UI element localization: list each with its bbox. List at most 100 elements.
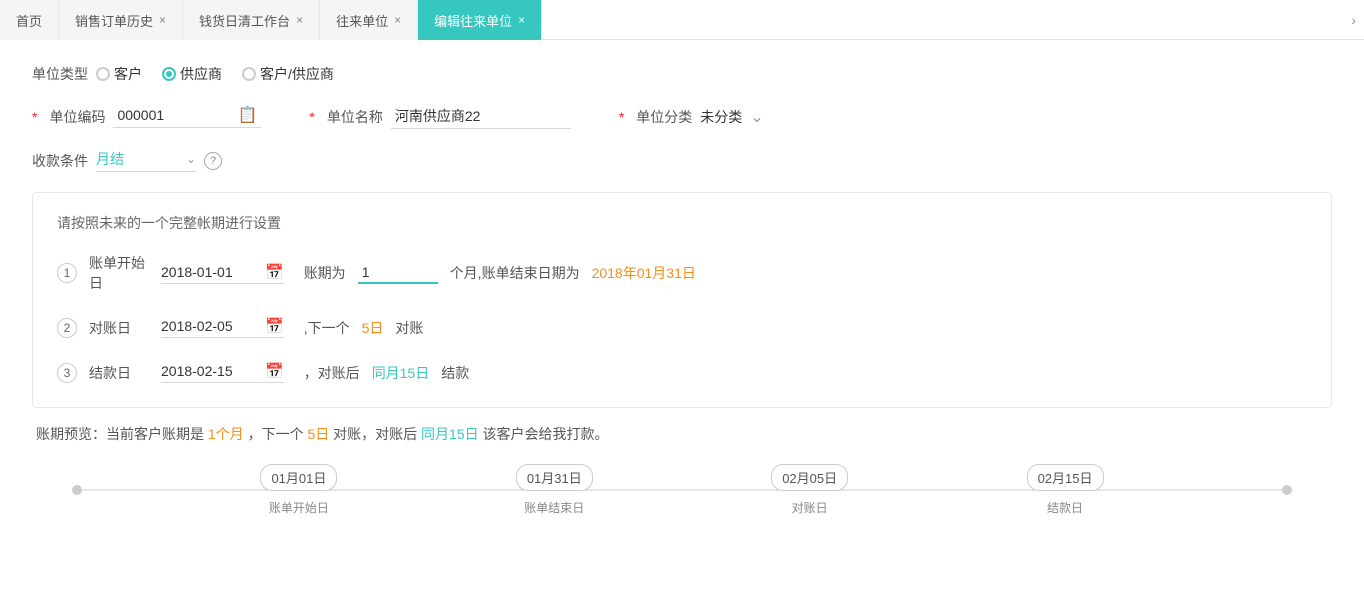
tab-sales-history-label: 销售订单历史 xyxy=(75,11,153,30)
timeline-point-2: 01月31日 账单结束日 xyxy=(516,464,593,516)
tab-partner-units-close[interactable]: × xyxy=(394,13,401,27)
tab-cashier-workbench-label: 钱货日清工作台 xyxy=(199,11,290,30)
tab-sales-history[interactable]: 销售订单历史 × xyxy=(59,0,183,40)
timeline-label-1: 账单开始日 xyxy=(269,499,329,516)
radio-customer-supplier-label: 客户/供应商 xyxy=(260,64,334,84)
unit-code-copy-icon[interactable]: 📋 xyxy=(233,105,261,125)
radio-customer-supplier[interactable]: 客户/供应商 xyxy=(242,64,334,84)
payment-terms-arrow-icon: ⌄ xyxy=(186,152,196,166)
unit-code-field-group: 📋 xyxy=(113,105,261,128)
calendar-icon-3[interactable]: 📅 xyxy=(265,362,284,380)
period-row-2: 2 对账日 📅 ,下一个 5日 对账 xyxy=(57,317,1307,338)
unit-category-select[interactable]: 未分类 ⌄ xyxy=(700,107,820,127)
radio-supplier[interactable]: 供应商 xyxy=(162,64,222,84)
unit-category-star: * xyxy=(619,109,624,125)
tab-edit-partner-label: 编辑往来单位 xyxy=(434,11,512,30)
unit-type-radio-group: 客户 供应商 客户/供应商 xyxy=(96,64,334,84)
period-highlight-2: 5日 xyxy=(362,318,384,338)
period-desc-suffix-1: 个月,账单结束日期为 xyxy=(450,263,580,283)
unit-name-label: 单位名称 xyxy=(327,107,383,127)
unit-category-label: 单位分类 xyxy=(636,107,692,127)
preview-connector1: ，下一个 xyxy=(248,426,304,442)
period-desc-prefix-2: ,下一个 xyxy=(304,318,350,338)
timeline-label-4: 结款日 xyxy=(1047,499,1083,516)
tab-edit-partner[interactable]: 编辑往来单位 × xyxy=(418,0,542,40)
preview-label: 账期预览：当前客户账期是 xyxy=(36,426,204,442)
unit-info-row: * 单位编码 📋 * 单位名称 * 单位分类 未分类 ⌄ xyxy=(32,104,1332,129)
period-box-title: 请按照未来的一个完整帐期进行设置 xyxy=(57,213,1307,233)
period-num-3: 3 xyxy=(57,363,77,383)
period-row-1: 1 账单开始日 📅 账期为 个月,账单结束日期为 2018年01月31日 xyxy=(57,253,1307,293)
preview-text: 账期预览：当前客户账期是 1个月 ，下一个 5日 对账，对账后 同月15日 该客… xyxy=(32,424,1332,444)
radio-supplier-circle xyxy=(162,67,176,81)
tab-bar: 首页 销售订单历史 × 钱货日清工作台 × 往来单位 × 编辑往来单位 × › xyxy=(0,0,1364,40)
unit-category-value: 未分类 xyxy=(700,107,742,127)
period-date-input-3[interactable] xyxy=(161,363,261,379)
unit-name-input[interactable] xyxy=(391,104,571,129)
period-num-1: 1 xyxy=(57,263,77,283)
period-date-3: 📅 xyxy=(161,362,284,383)
unit-name-star: * xyxy=(309,109,314,125)
timeline-badge-3: 02月05日 xyxy=(771,464,848,491)
period-highlight-3: 同月15日 xyxy=(372,363,430,383)
payment-terms-select[interactable]: 月结 ⌄ xyxy=(96,149,196,172)
period-months-input[interactable] xyxy=(358,262,438,284)
preview-part1: 1个月 xyxy=(208,426,244,442)
calendar-icon-2[interactable]: 📅 xyxy=(265,317,284,335)
timeline-label-3: 对账日 xyxy=(792,499,828,516)
timeline-right-dot xyxy=(1282,485,1292,495)
tab-cashier-workbench-close[interactable]: × xyxy=(296,13,303,27)
period-label-2: 对账日 xyxy=(89,318,149,338)
unit-category-arrow-icon: ⌄ xyxy=(750,107,763,127)
main-content: 单位类型 客户 供应商 客户/供应商 * 单位编码 📋 * 单位名称 * xyxy=(0,40,1364,608)
tab-home[interactable]: 首页 xyxy=(0,0,59,40)
period-desc-suffix-3: 结款 xyxy=(441,363,469,383)
period-date-input-1[interactable] xyxy=(161,264,261,280)
period-desc-prefix-3: ，对账后 xyxy=(304,363,360,383)
timeline-left-end xyxy=(72,485,82,495)
period-label-3: 结款日 xyxy=(89,363,149,383)
period-settings-box: 请按照未来的一个完整帐期进行设置 1 账单开始日 📅 账期为 个月,账单结束日期… xyxy=(32,192,1332,408)
tab-partner-units[interactable]: 往来单位 × xyxy=(320,0,418,40)
tab-nav-arrow[interactable]: › xyxy=(1351,0,1364,39)
tab-partner-units-label: 往来单位 xyxy=(336,11,388,30)
tab-home-label: 首页 xyxy=(16,11,42,30)
period-num-2: 2 xyxy=(57,318,77,338)
timeline-right-end xyxy=(1282,485,1292,495)
unit-code-input[interactable] xyxy=(113,105,233,125)
timeline-badge-2: 01月31日 xyxy=(516,464,593,491)
period-date-2: 📅 xyxy=(161,317,284,338)
timeline-badge-4: 02月15日 xyxy=(1027,464,1104,491)
timeline-wrapper: 01月01日 账单开始日 01月31日 账单结束日 02月05日 对账日 02月… xyxy=(32,464,1332,516)
payment-terms-label: 收款条件 xyxy=(32,151,88,171)
preview-part2: 5日 xyxy=(307,426,329,442)
preview-suffix: 该客户会给我打款。 xyxy=(483,426,609,442)
timeline-left-dot xyxy=(72,485,82,495)
unit-code-label: 单位编码 xyxy=(49,107,105,127)
timeline-point-4: 02月15日 结款日 xyxy=(1027,464,1104,516)
calendar-icon-1[interactable]: 📅 xyxy=(265,263,284,281)
period-date-1: 📅 xyxy=(161,263,284,284)
unit-code-star: * xyxy=(32,109,37,125)
unit-type-row: 单位类型 客户 供应商 客户/供应商 xyxy=(32,64,1332,84)
period-desc-prefix-1: 账期为 xyxy=(304,263,346,283)
tab-edit-partner-close[interactable]: × xyxy=(518,13,525,27)
timeline-badge-1: 01月01日 xyxy=(260,464,337,491)
period-highlight-date-1: 2018年01月31日 xyxy=(592,263,696,283)
radio-customer[interactable]: 客户 xyxy=(96,64,142,84)
timeline-label-2: 账单结束日 xyxy=(524,499,584,516)
timeline-point-3: 02月05日 对账日 xyxy=(771,464,848,516)
preview-connector2: 对账，对账后 xyxy=(333,426,417,442)
payment-terms-help-icon[interactable]: ? xyxy=(204,152,222,170)
radio-supplier-label: 供应商 xyxy=(180,64,222,84)
radio-customer-circle xyxy=(96,67,110,81)
payment-terms-value: 月结 xyxy=(96,149,182,169)
payment-terms-row: 收款条件 月结 ⌄ ? xyxy=(32,149,1332,172)
period-row-3: 3 结款日 📅 ，对账后 同月15日 结款 xyxy=(57,362,1307,383)
preview-part3: 同月15日 xyxy=(421,426,479,442)
radio-customer-label: 客户 xyxy=(114,64,142,84)
timeline-point-1: 01月01日 账单开始日 xyxy=(260,464,337,516)
tab-sales-history-close[interactable]: × xyxy=(159,13,166,27)
tab-cashier-workbench[interactable]: 钱货日清工作台 × xyxy=(183,0,320,40)
period-date-input-2[interactable] xyxy=(161,318,261,334)
